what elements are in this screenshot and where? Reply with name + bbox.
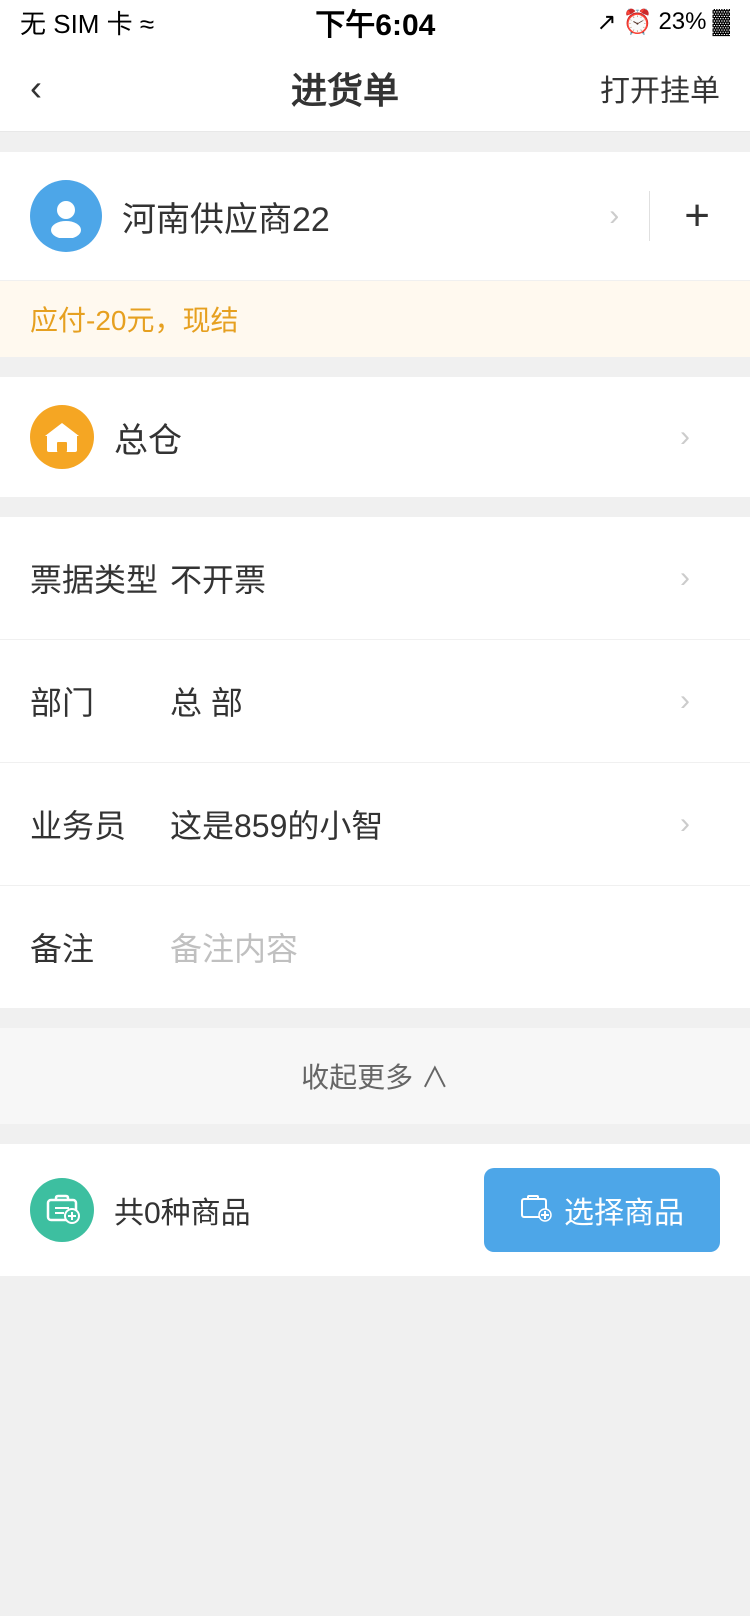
product-icon (30, 1178, 94, 1242)
battery-level: 23% (658, 8, 706, 36)
supplier-row[interactable]: 河南供应商22 › + (0, 152, 750, 281)
open-pending-button[interactable]: 打开挂单 (600, 66, 720, 110)
status-right: ↗ ⏰ 23% ▓ (596, 8, 730, 37)
section-gap-1 (0, 357, 750, 377)
salesperson-chevron-icon: › (680, 807, 690, 841)
add-supplier-button[interactable]: + (674, 191, 720, 241)
sim-status: 无 SIM 卡 ≈ (20, 4, 154, 41)
warehouse-icon (30, 405, 94, 469)
alarm-icon: ⏰ (623, 8, 653, 37)
back-button[interactable]: ‹ (30, 67, 90, 109)
invoice-type-label: 票据类型 (30, 555, 170, 601)
warehouse-section: 总仓 › (0, 377, 750, 497)
supplier-avatar (30, 180, 102, 252)
page-background (0, 1276, 750, 1616)
remark-placeholder[interactable]: 备注内容 (170, 924, 720, 970)
status-bar: 无 SIM 卡 ≈ 下午6:04 ↗ ⏰ 23% ▓ (0, 0, 750, 44)
product-count: 共0种商品 (114, 1188, 464, 1232)
remark-row[interactable]: 备注 备注内容 (0, 886, 750, 1008)
department-row[interactable]: 部门 总 部 › (0, 640, 750, 763)
invoice-type-value: 不开票 (170, 555, 680, 601)
divider (649, 191, 650, 241)
remark-label: 备注 (30, 924, 170, 970)
department-value: 总 部 (170, 678, 680, 724)
battery-icon: ▓ (712, 8, 730, 36)
collapse-button[interactable]: 收起更多 ∧ (0, 1028, 750, 1124)
supplier-section: 河南供应商22 › + 应付-20元，现结 (0, 152, 750, 357)
warehouse-row[interactable]: 总仓 › (0, 377, 750, 497)
invoice-type-row[interactable]: 票据类型 不开票 › (0, 517, 750, 640)
supplier-name: 河南供应商22 (122, 192, 609, 241)
warehouse-name: 总仓 (114, 413, 680, 462)
salesperson-label: 业务员 (30, 801, 170, 847)
department-chevron-icon: › (680, 684, 690, 718)
form-section: 票据类型 不开票 › 部门 总 部 › 业务员 这是859的小智 › 备注 备注… (0, 517, 750, 1008)
invoice-chevron-icon: › (680, 561, 690, 595)
supplier-chevron-icon: › (609, 199, 619, 233)
bottom-bar: 共0种商品 选择商品 (0, 1144, 750, 1276)
select-product-icon (520, 1194, 552, 1226)
select-product-button[interactable]: 选择商品 (484, 1168, 720, 1252)
section-gap-top (0, 132, 750, 152)
location-icon: ↗ (596, 8, 616, 37)
select-product-label: 选择商品 (564, 1188, 684, 1232)
page-title: 进货单 (291, 62, 399, 114)
status-time: 下午6:04 (315, 0, 435, 44)
department-label: 部门 (30, 678, 170, 724)
status-left: 无 SIM 卡 ≈ (20, 4, 154, 41)
warehouse-chevron-icon: › (680, 420, 690, 454)
salesperson-row[interactable]: 业务员 这是859的小智 › (0, 763, 750, 886)
salesperson-value: 这是859的小智 (170, 801, 680, 847)
supplier-notice: 应付-20元，现结 (0, 281, 750, 357)
nav-bar: ‹ 进货单 打开挂单 (0, 44, 750, 132)
